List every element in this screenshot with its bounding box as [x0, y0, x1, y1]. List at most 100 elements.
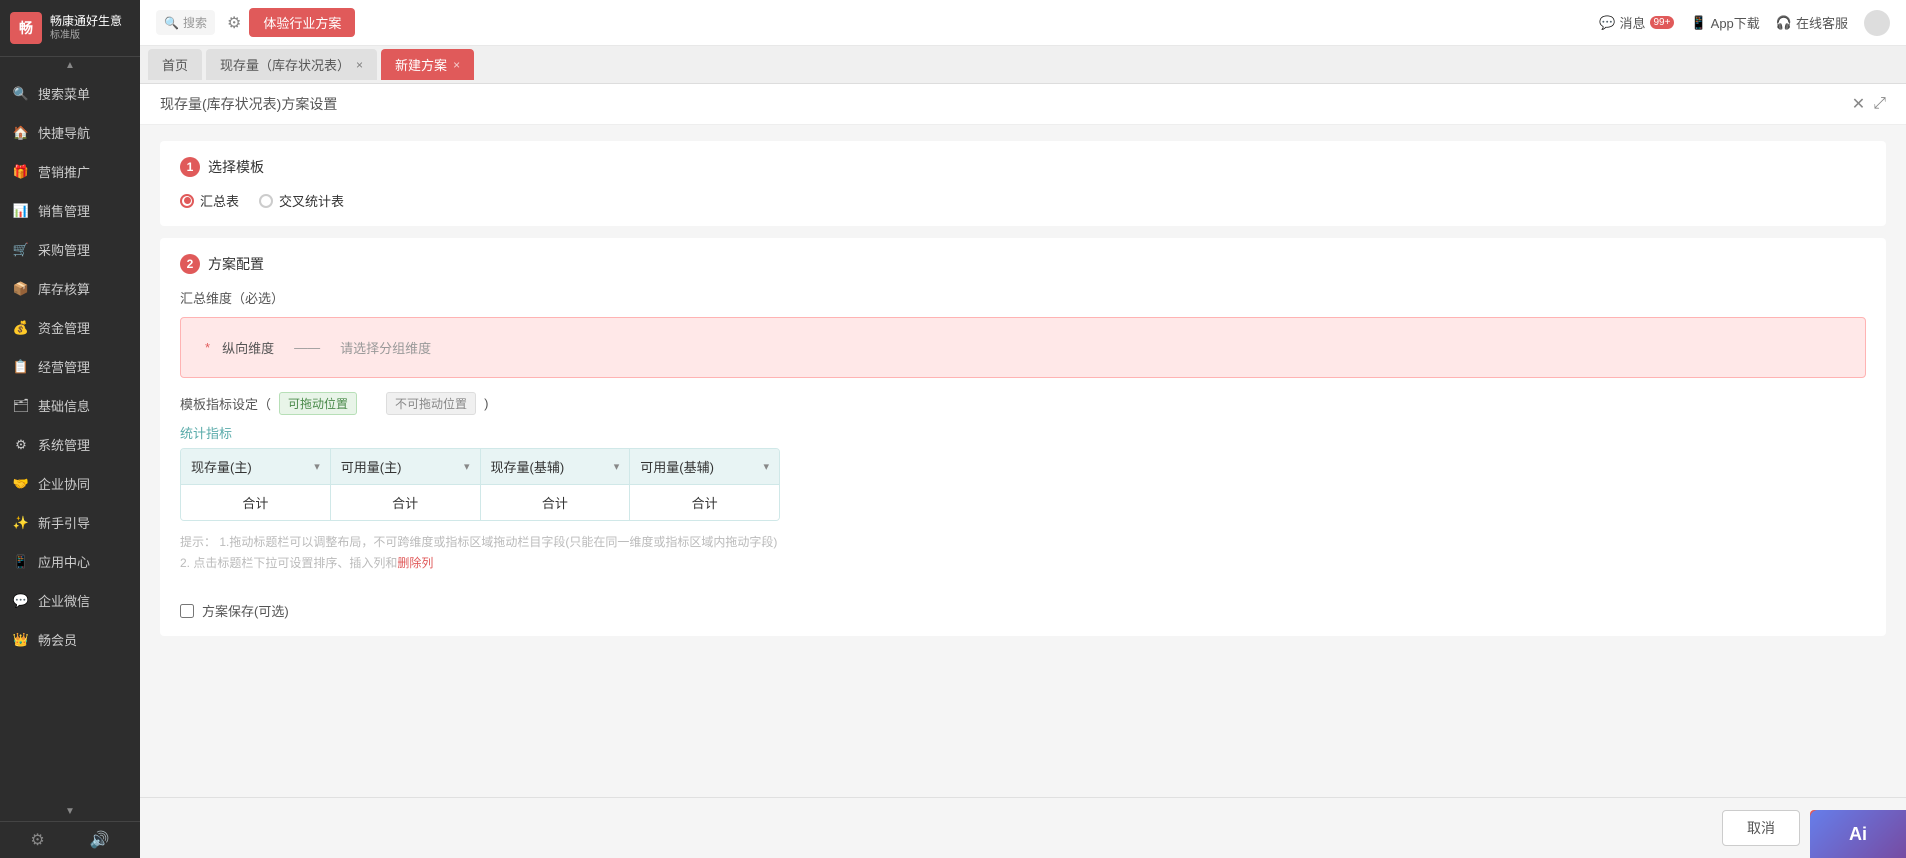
basic-info-icon: 🗂 [12, 397, 30, 415]
stats-col-2-chevron[interactable]: ▾ [464, 460, 470, 473]
stats-col-1-body: 合计 [181, 485, 330, 520]
logo-text: 畅康通好生意 标准版 [50, 13, 122, 44]
required-star: * [205, 340, 210, 355]
sidebar-scroll-down[interactable]: ▼ [0, 802, 140, 821]
sidebar-item-sales[interactable]: 📊 销售管理 [0, 191, 140, 230]
audio-footer-icon[interactable]: 🔊 [90, 830, 110, 850]
tab-new-scheme[interactable]: 新建方案 × [381, 49, 474, 80]
app-download-button[interactable]: 📱 App下载 [1690, 13, 1759, 32]
non-draggable-position-tag: 不可拖动位置 [386, 392, 476, 415]
stats-col-4-label: 可用量(基辅) [640, 457, 714, 476]
sidebar-item-wechat[interactable]: 💬 企业微信 [0, 581, 140, 620]
radio-cross-circle [259, 194, 273, 208]
sidebar-item-purchase[interactable]: 🛒 采购管理 [0, 230, 140, 269]
page-area: 现存量(库存状况表)方案设置 ✕ ⤢ 1 选择模板 汇总表 [140, 84, 1906, 858]
trial-button[interactable]: 体验行业方案 [249, 8, 355, 37]
sidebar-item-label: 基础信息 [38, 396, 90, 415]
stats-col-4-header[interactable]: 可用量(基辅) ▾ [630, 449, 779, 485]
sidebar-item-label: 搜索菜单 [38, 84, 90, 103]
sidebar-footer: ⚙ 🔊 [0, 821, 140, 858]
indicator-separator [365, 394, 378, 413]
template-radio-group: 汇总表 交叉统计表 [180, 191, 1866, 210]
sidebar-item-label: 经营管理 [38, 357, 90, 376]
stats-col-1-header[interactable]: 现存量(主) ▾ [181, 449, 330, 485]
user-avatar[interactable] [1864, 10, 1890, 36]
sidebar-item-label: 营销推广 [38, 162, 90, 181]
system-icon: ⚙ [12, 436, 30, 454]
message-button[interactable]: 💬 消息 99+ [1599, 13, 1674, 32]
stats-col-3-chevron[interactable]: ▾ [614, 460, 620, 473]
sidebar-scroll-up[interactable]: ▲ [0, 57, 140, 74]
step1-badge: 1 [180, 157, 200, 177]
sidebar-item-search-menu[interactable]: 🔍 搜索菜单 [0, 74, 140, 113]
tip-1: 提示： 1.拖动标题栏可以调整布局，不可跨维度或指标区域拖动栏目字段(只能在同一… [180, 533, 1866, 550]
radio-summary-circle [180, 194, 194, 208]
main-content: 🔍 搜索 ⚙ 体验行业方案 💬 消息 99+ 📱 App下载 🎧 在线客服 [140, 0, 1906, 858]
sidebar-item-inventory[interactable]: 📦 库存核算 [0, 269, 140, 308]
tab-inventory-status-close[interactable]: × [356, 58, 363, 72]
cancel-button[interactable]: 取消 [1722, 810, 1800, 846]
sidebar-item-newbie[interactable]: ✨ 新手引导 [0, 503, 140, 542]
stats-col-3-body: 合计 [481, 485, 630, 520]
sidebar-item-label: 快捷导航 [38, 123, 90, 142]
save-checkbox[interactable] [180, 604, 194, 618]
message-badge: 99+ [1650, 16, 1675, 29]
sidebar-item-label: 采购管理 [38, 240, 90, 259]
page-close-icon[interactable]: ✕ [1852, 94, 1865, 114]
sidebar-item-basic-info[interactable]: 🗂 基础信息 [0, 386, 140, 425]
page-controls: ✕ ⤢ [1852, 94, 1886, 114]
indicator-label-text: 模板指标设定（ [180, 394, 271, 413]
online-service-button[interactable]: 🎧 在线客服 [1776, 13, 1848, 32]
tab-new-scheme-label: 新建方案 [395, 55, 447, 74]
save-option: 方案保存(可选) [180, 601, 1866, 620]
radio-cross[interactable]: 交叉统计表 [259, 191, 344, 210]
stats-col-2: 可用量(主) ▾ 合计 [331, 449, 481, 520]
stats-col-2-header[interactable]: 可用量(主) ▾ [331, 449, 480, 485]
dimension-row: * 纵向维度 —— 请选择分组维度 [205, 338, 1841, 357]
vertical-dimension-label: 纵向维度 [222, 338, 274, 357]
sidebar-item-label: 资金管理 [38, 318, 90, 337]
topbar-search[interactable]: 🔍 搜索 [156, 10, 215, 35]
tab-new-scheme-close[interactable]: × [453, 58, 460, 72]
sidebar-item-label: 企业协同 [38, 474, 90, 493]
stats-col-3-header[interactable]: 现存量(基辅) ▾ [481, 449, 630, 485]
stats-col-3: 现存量(基辅) ▾ 合计 [481, 449, 631, 520]
dimension-placeholder[interactable]: 请选择分组维度 [340, 338, 431, 357]
sidebar-item-finance[interactable]: 💰 资金管理 [0, 308, 140, 347]
sidebar-item-app-center[interactable]: 📱 应用中心 [0, 542, 140, 581]
save-option-label: 方案保存(可选) [202, 601, 289, 620]
delete-col-link[interactable]: 删除列 [397, 556, 433, 570]
tab-inventory-status[interactable]: 现存量（库存状况表） × [206, 49, 377, 80]
ai-label: Ai [1849, 824, 1867, 845]
step1-title-row: 1 选择模板 [180, 157, 1866, 177]
wechat-icon: 💬 [12, 592, 30, 610]
radio-cross-label: 交叉统计表 [279, 191, 344, 210]
online-service-label: 在线客服 [1796, 13, 1848, 32]
page-title: 现存量(库存状况表)方案设置 [160, 94, 337, 114]
page-header: 现存量(库存状况表)方案设置 ✕ ⤢ [140, 84, 1906, 125]
radio-summary[interactable]: 汇总表 [180, 191, 239, 210]
message-label: 消息 [1619, 13, 1645, 32]
ai-float-button[interactable]: Ai [1810, 810, 1906, 858]
tab-home[interactable]: 首页 [148, 49, 202, 80]
topbar-left: 🔍 搜索 ⚙ 体验行业方案 [156, 8, 355, 37]
sidebar-item-system[interactable]: ⚙ 系统管理 [0, 425, 140, 464]
sidebar-logo: 畅 畅康通好生意 标准版 [0, 0, 140, 57]
vip-icon: 👑 [12, 631, 30, 649]
sidebar-item-business[interactable]: 📋 经营管理 [0, 347, 140, 386]
sidebar-item-marketing[interactable]: 🎁 营销推广 [0, 152, 140, 191]
settings-footer-icon[interactable]: ⚙ [30, 830, 44, 850]
stats-col-1-chevron[interactable]: ▾ [314, 460, 320, 473]
topbar-gear-icon[interactable]: ⚙ [227, 13, 241, 33]
sidebar-item-label: 畅会员 [38, 630, 77, 649]
quick-nav-icon: 🏠 [12, 124, 30, 142]
stats-section-title: 统计指标 [180, 423, 1866, 442]
sidebar-item-quick-nav[interactable]: 🏠 快捷导航 [0, 113, 140, 152]
logo-icon: 畅 [10, 12, 42, 44]
stats-col-4-chevron[interactable]: ▾ [763, 460, 769, 473]
tabbar: 首页 现存量（库存状况表） × 新建方案 × [140, 46, 1906, 84]
sidebar-item-vip[interactable]: 👑 畅会员 [0, 620, 140, 659]
page-expand-icon[interactable]: ⤢ [1873, 95, 1886, 113]
sidebar-item-enterprise[interactable]: 🤝 企业协同 [0, 464, 140, 503]
purchase-icon: 🛒 [12, 241, 30, 259]
